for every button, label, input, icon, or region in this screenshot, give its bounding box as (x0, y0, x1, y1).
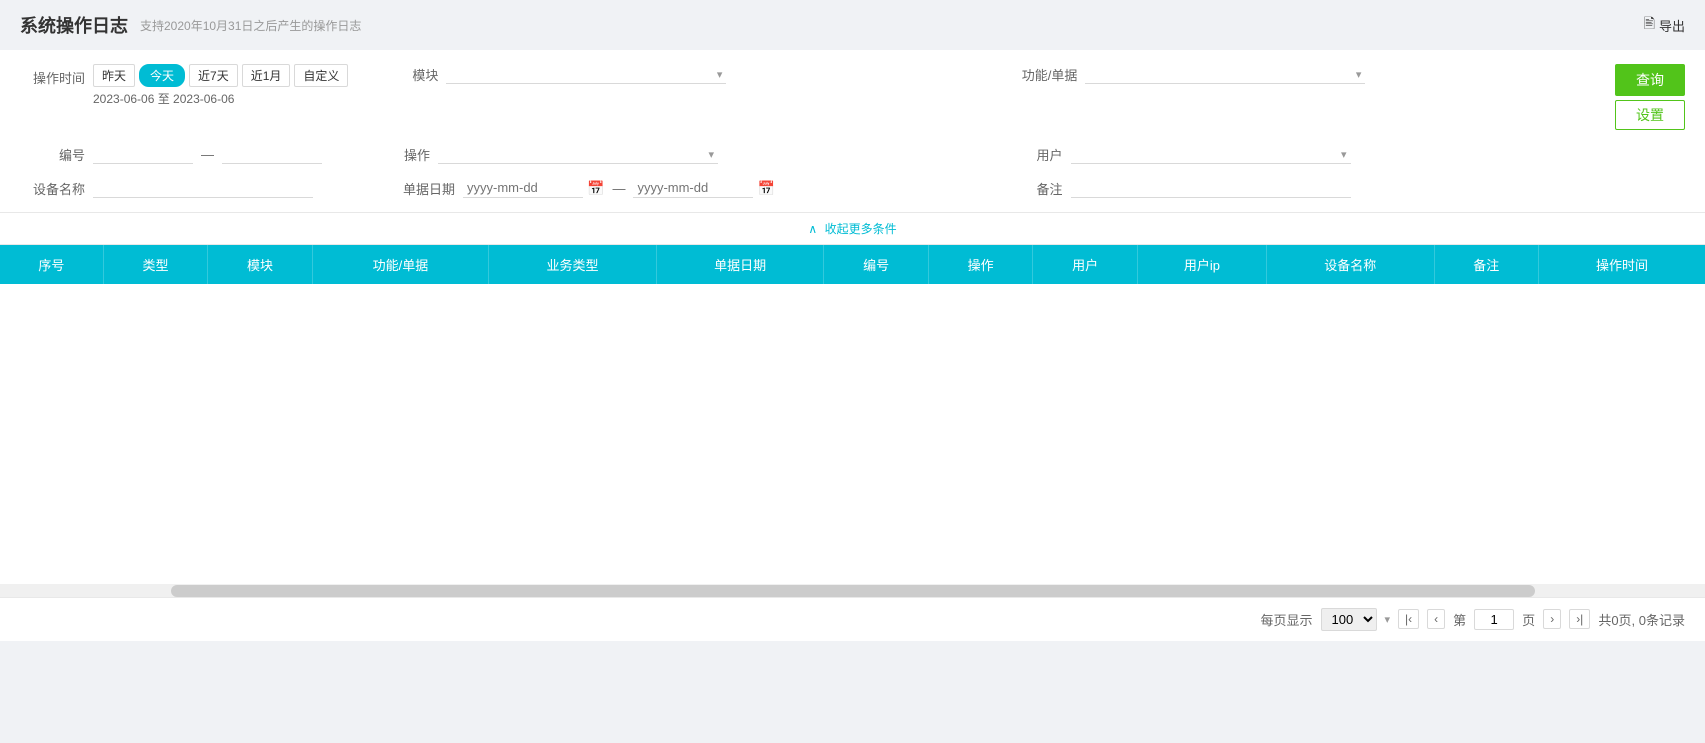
col-op-time: 操作时间 (1539, 245, 1705, 284)
scrollbar-thumb[interactable] (171, 585, 1535, 597)
collapse-icon: ∧ (808, 222, 817, 236)
time-btn-1month[interactable]: 近1月 (242, 64, 291, 87)
col-user: 用户 (1033, 245, 1137, 284)
col-module: 模块 (208, 245, 312, 284)
data-table: 序号 类型 模块 功能/单据 业务类型 单据日期 编号 操作 用户 用户ip 设… (0, 245, 1705, 585)
total-info: 共0页, 0条记录 (1598, 610, 1685, 629)
settings-button[interactable]: 设置 (1615, 100, 1685, 130)
user-label: 用户 (1008, 145, 1063, 164)
time-btn-yesterday[interactable]: 昨天 (93, 64, 135, 87)
col-number: 编号 (824, 245, 928, 284)
last-page-button[interactable]: ›| (1569, 609, 1590, 629)
page-size-select[interactable]: 100 50 20 (1321, 608, 1377, 631)
col-seq: 序号 (0, 245, 103, 284)
col-func: 功能/单据 (312, 245, 488, 284)
remark-filter-group: 备注 (1008, 178, 1576, 198)
filter-row-1: 操作时间 昨天 今天 近7天 近1月 自定义 2023-06-06 至 2023… (20, 64, 1685, 130)
number-filter-group: 编号 — (20, 144, 340, 164)
page-size-label: 每页显示 (1260, 610, 1312, 629)
operation-select[interactable] (438, 144, 718, 164)
time-filter-group: 操作时间 昨天 今天 近7天 近1月 自定义 2023-06-06 至 2023… (20, 64, 348, 107)
page-input[interactable] (1474, 609, 1514, 630)
pagination: 每页显示 100 50 20 ▾ |‹ ‹ 第 页 › ›| 共0页, 0条记录 (0, 597, 1705, 641)
time-btn-custom[interactable]: 自定义 (294, 64, 348, 87)
export-label: 导出 (1659, 16, 1685, 35)
module-filter-group: 模块 ▾ (408, 64, 981, 84)
table-container: 序号 类型 模块 功能/单据 业务类型 单据日期 编号 操作 用户 用户ip 设… (0, 245, 1705, 585)
header-left: 系统操作日志 支持2020年10月31日之后产生的操作日志 (20, 12, 361, 38)
number-to-input[interactable] (222, 144, 322, 164)
action-buttons: 查询 设置 (1615, 64, 1685, 130)
device-input[interactable] (93, 178, 313, 198)
empty-cell (0, 284, 1705, 584)
doc-date-from-input[interactable] (463, 178, 583, 198)
remark-input[interactable] (1071, 178, 1351, 198)
col-remark: 备注 (1434, 245, 1538, 284)
page-header: 系统操作日志 支持2020年10月31日之后产生的操作日志 🖹 导出 (0, 0, 1705, 50)
chevron-page-icon: ▾ (1385, 613, 1391, 626)
calendar-to-icon[interactable]: 📅 (757, 180, 774, 197)
number-dash: — (201, 147, 214, 162)
col-doc-date: 单据日期 (656, 245, 824, 284)
user-select[interactable] (1071, 144, 1351, 164)
filter-row-2: 编号 — 操作 ▾ 用户 ▾ (20, 144, 1685, 164)
date-range-display: 2023-06-06 至 2023-06-06 (93, 90, 348, 107)
number-from-input[interactable] (93, 144, 193, 164)
page-unit: 页 (1522, 610, 1535, 629)
time-btn-7days[interactable]: 近7天 (189, 64, 238, 87)
page-subtitle: 支持2020年10月31日之后产生的操作日志 (140, 17, 361, 34)
time-label: 操作时间 (20, 64, 85, 87)
operation-label: 操作 (400, 145, 430, 164)
filter-row-3: 设备名称 单据日期 📅 — 📅 备注 (20, 178, 1685, 198)
device-filter-group: 设备名称 (20, 178, 340, 198)
col-user-ip: 用户ip (1137, 245, 1266, 284)
doc-date-to-input[interactable] (633, 178, 753, 198)
device-label: 设备名称 (20, 179, 85, 198)
query-button[interactable]: 查询 (1615, 64, 1685, 96)
number-label: 编号 (20, 145, 85, 164)
filter-panel: 操作时间 昨天 今天 近7天 近1月 自定义 2023-06-06 至 2023… (0, 50, 1705, 213)
col-device: 设备名称 (1266, 245, 1434, 284)
empty-row (0, 284, 1705, 584)
func-select[interactable] (1085, 64, 1365, 84)
collapse-bar[interactable]: ∧ 收起更多条件 (0, 213, 1705, 245)
func-label: 功能/单据 (1022, 65, 1078, 84)
time-btn-today[interactable]: 今天 (139, 64, 185, 87)
time-options-group: 昨天 今天 近7天 近1月 自定义 2023-06-06 至 2023-06-0… (93, 64, 348, 107)
page-title: 系统操作日志 (20, 12, 128, 38)
module-select[interactable] (446, 64, 726, 84)
doc-date-label: 单据日期 (400, 179, 455, 198)
col-type: 类型 (103, 245, 207, 284)
date-dash: — (612, 181, 625, 196)
next-page-button[interactable]: › (1543, 609, 1561, 629)
export-icon: 🖹 (1644, 13, 1655, 37)
prev-page-button[interactable]: ‹ (1427, 609, 1445, 629)
func-filter-group: 功能/单据 ▾ (1022, 64, 1595, 84)
export-button[interactable]: 🖹 导出 (1644, 13, 1685, 37)
page-label: 第 (1453, 610, 1466, 629)
scrollbar-row[interactable] (0, 585, 1705, 597)
operation-filter-group: 操作 ▾ (400, 144, 968, 164)
table-header-row: 序号 类型 模块 功能/单据 业务类型 单据日期 编号 操作 用户 用户ip 设… (0, 245, 1705, 284)
first-page-button[interactable]: |‹ (1398, 609, 1419, 629)
col-operation: 操作 (928, 245, 1032, 284)
calendar-from-icon[interactable]: 📅 (587, 180, 604, 197)
col-biz-type: 业务类型 (489, 245, 657, 284)
module-label: 模块 (408, 65, 438, 84)
doc-date-filter-group: 单据日期 📅 — 📅 (400, 178, 968, 198)
collapse-label: 收起更多条件 (825, 222, 897, 236)
user-filter-group: 用户 ▾ (1008, 144, 1576, 164)
remark-label: 备注 (1008, 179, 1063, 198)
